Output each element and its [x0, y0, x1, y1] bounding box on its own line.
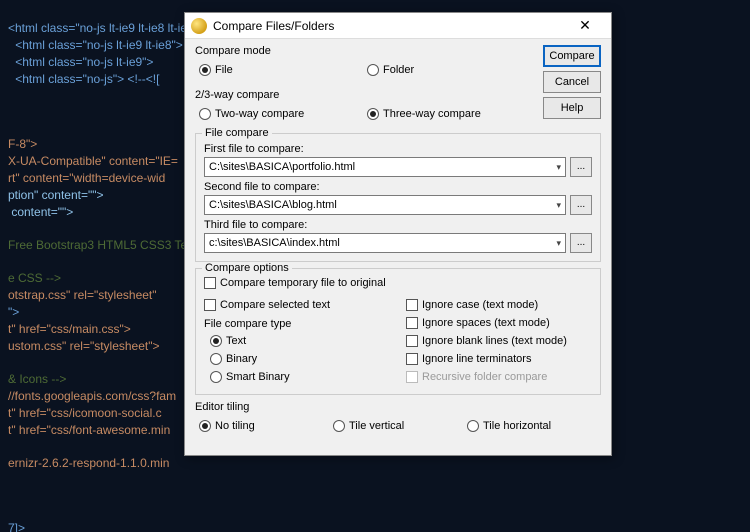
chevron-down-icon: ▾: [556, 238, 561, 249]
titlebar[interactable]: Compare Files/Folders ✕: [185, 13, 611, 39]
compare-button[interactable]: Compare: [543, 45, 601, 67]
app-icon: [191, 18, 207, 34]
third-file-combo[interactable]: c:\sites\BASICA\index.html▾: [204, 233, 566, 253]
tiling-none-radio[interactable]: No tiling: [199, 417, 333, 435]
type-smart-radio[interactable]: Smart Binary: [210, 368, 390, 386]
second-file-label: Second file to compare:: [204, 181, 592, 193]
compare-dialog: Compare Files/Folders ✕ Compare Cancel H…: [184, 12, 612, 456]
tiling-vertical-radio[interactable]: Tile vertical: [333, 417, 467, 435]
close-button[interactable]: ✕: [565, 17, 605, 34]
second-file-combo[interactable]: C:\sites\BASICA\blog.html▾: [204, 195, 566, 215]
help-button[interactable]: Help: [543, 97, 601, 119]
first-file-label: First file to compare:: [204, 143, 592, 155]
mode-folder-radio[interactable]: Folder: [367, 61, 535, 79]
cancel-button[interactable]: Cancel: [543, 71, 601, 93]
compare-mode-label: Compare mode: [195, 45, 535, 57]
type-text-radio[interactable]: Text: [210, 332, 390, 350]
third-file-label: Third file to compare:: [204, 219, 592, 231]
file-compare-group: File compare First file to compare: C:\s…: [195, 133, 601, 262]
ignore-blank-check[interactable]: Ignore blank lines (text mode): [406, 332, 592, 350]
first-file-combo[interactable]: C:\sites\BASICA\portfolio.html▾: [204, 157, 566, 177]
tiling-horizontal-radio[interactable]: Tile horizontal: [467, 417, 601, 435]
way-label: 2/3-way compare: [195, 89, 535, 101]
mode-file-radio[interactable]: File: [199, 61, 367, 79]
compare-temp-check[interactable]: Compare temporary file to original: [204, 274, 592, 292]
ignore-terminators-check[interactable]: Ignore line terminators: [406, 350, 592, 368]
compare-options-group: Compare options Compare temporary file t…: [195, 268, 601, 395]
dialog-title: Compare Files/Folders: [213, 19, 565, 33]
ignore-spaces-check[interactable]: Ignore spaces (text mode): [406, 314, 592, 332]
chevron-down-icon: ▾: [556, 162, 561, 173]
three-way-radio[interactable]: Three-way compare: [367, 105, 535, 123]
third-file-browse[interactable]: ...: [570, 233, 592, 253]
second-file-browse[interactable]: ...: [570, 195, 592, 215]
type-binary-radio[interactable]: Binary: [210, 350, 390, 368]
compare-selected-check[interactable]: Compare selected text: [204, 296, 390, 314]
two-way-radio[interactable]: Two-way compare: [199, 105, 367, 123]
file-compare-type-label: File compare type: [204, 318, 390, 330]
ignore-case-check[interactable]: Ignore case (text mode): [406, 296, 592, 314]
recursive-folder-check: Recursive folder compare: [406, 368, 592, 386]
chevron-down-icon: ▾: [556, 200, 561, 211]
editor-tiling-label: Editor tiling: [195, 401, 601, 413]
first-file-browse[interactable]: ...: [570, 157, 592, 177]
